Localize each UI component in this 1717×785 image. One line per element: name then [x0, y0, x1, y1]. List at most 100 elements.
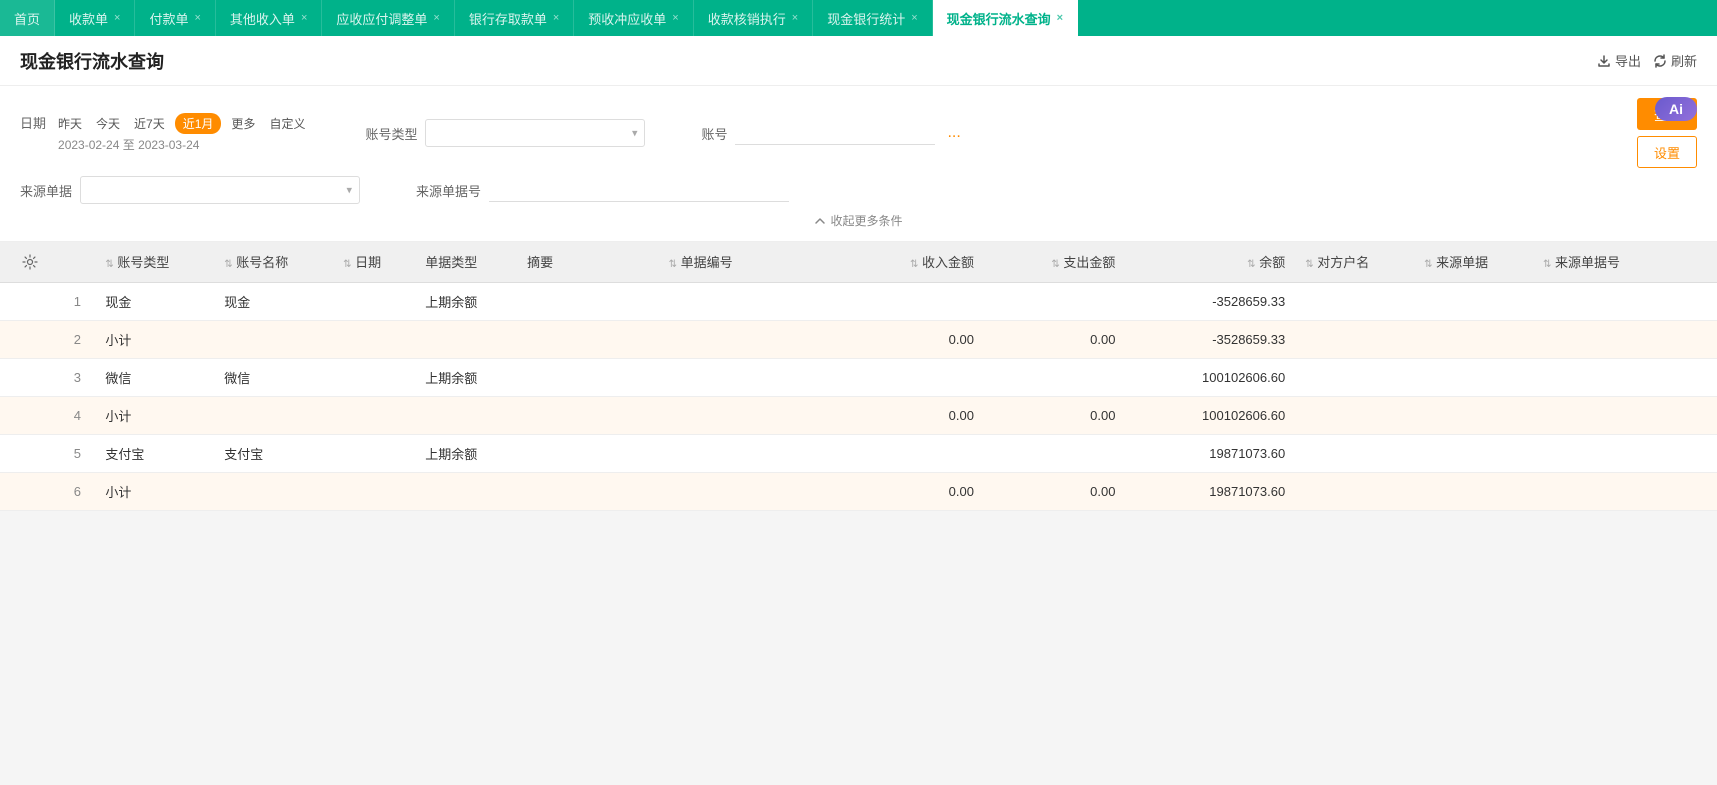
cell-source-doc-num: [1533, 320, 1717, 358]
date-btn-more[interactable]: 更多: [227, 113, 259, 134]
account-filter: 账号 ...: [701, 122, 964, 145]
cell-actions: [0, 396, 59, 434]
top-nav: 首页 收款单 × 付款单 × 其他收入单 × 应收应付调整单 × 银行存取款单 …: [0, 0, 1717, 36]
account-type-select[interactable]: [425, 119, 645, 147]
th-date: ⇅ 日期: [333, 242, 415, 282]
tab-other-income-close[interactable]: ×: [301, 12, 307, 24]
table-row[interactable]: 6小计0.000.0019871073.60: [0, 472, 1717, 510]
tab-cash-stats[interactable]: 现金银行统计 ×: [813, 0, 932, 36]
table-row[interactable]: 4小计0.000.00100102606.60: [0, 396, 1717, 434]
cell-account-type: 小计: [95, 320, 214, 358]
tab-receipt-close[interactable]: ×: [114, 12, 120, 24]
cell-summary: [517, 472, 658, 510]
filter-row-2: 来源单据 来源单据号: [20, 176, 1697, 204]
cell-balance: 100102606.60: [1125, 396, 1295, 434]
cell-row-num: 5: [59, 434, 95, 472]
tab-bank-deposit[interactable]: 银行存取款单 ×: [455, 0, 574, 36]
date-range-text: 2023-02-24 至 2023-03-24: [58, 136, 309, 153]
date-filter-label: 日期: [20, 113, 46, 132]
table-row[interactable]: 1现金现金上期余额-3528659.33: [0, 282, 1717, 320]
date-btn-7days[interactable]: 近7天: [130, 113, 169, 134]
collapse-bar[interactable]: 收起更多条件: [20, 208, 1697, 233]
cell-summary: [517, 320, 658, 358]
tab-home[interactable]: 首页: [0, 0, 55, 36]
cell-actions: [0, 472, 59, 510]
cell-expense: [984, 358, 1125, 396]
cell-doc-num: [659, 358, 843, 396]
cell-date: [333, 396, 415, 434]
tab-other-income[interactable]: 其他收入单 ×: [216, 0, 322, 36]
table-row[interactable]: 3微信微信上期余额100102606.60: [0, 358, 1717, 396]
date-btn-custom[interactable]: 自定义: [265, 113, 309, 134]
source-doc-select[interactable]: [80, 176, 360, 204]
sort-icon: ⇅: [910, 259, 918, 270]
ai-badge[interactable]: Ai: [1655, 97, 1697, 121]
tab-bank-deposit-close[interactable]: ×: [553, 12, 559, 24]
refresh-icon: [1653, 54, 1667, 68]
cell-income: [843, 358, 984, 396]
cell-doc-num: [659, 320, 843, 358]
cell-row-num: 1: [59, 282, 95, 320]
cell-summary: [517, 434, 658, 472]
tab-payment-label: 付款单: [149, 9, 188, 28]
gear-icon[interactable]: [19, 251, 41, 273]
settings-button[interactable]: 设置: [1637, 136, 1697, 168]
filter-row-1: 日期 昨天 今天 近7天 近1月 更多 自定义 2023-02-24 至 202…: [20, 98, 1697, 168]
tab-ar-ap-adjust[interactable]: 应收应付调整单 ×: [322, 0, 454, 36]
tab-payment-close[interactable]: ×: [194, 12, 200, 24]
cell-counterparty: [1295, 358, 1414, 396]
tab-cash-flow[interactable]: 现金银行流水查询 ×: [933, 0, 1078, 36]
tab-cash-stats-close[interactable]: ×: [911, 12, 917, 24]
tab-cash-flow-close[interactable]: ×: [1057, 12, 1063, 24]
table-container: ⇅ 账号类型 ⇅ 账号名称 ⇅ 日期 单据类型 摘要 ⇅: [0, 242, 1717, 511]
cell-actions: [0, 282, 59, 320]
th-counterparty: ⇅ 对方户名: [1295, 242, 1414, 282]
cell-doc-type: [415, 320, 517, 358]
cell-counterparty: [1295, 434, 1414, 472]
tab-advance-offset-close[interactable]: ×: [672, 12, 678, 24]
cell-doc-num: [659, 282, 843, 320]
source-doc-num-input[interactable]: [489, 179, 789, 202]
refresh-button[interactable]: 刷新: [1653, 51, 1697, 70]
tab-receipt[interactable]: 收款单 ×: [55, 0, 135, 36]
cell-source-doc: [1414, 434, 1533, 472]
cell-row-num: 3: [59, 358, 95, 396]
table-row[interactable]: 5支付宝支付宝上期余额19871073.60: [0, 434, 1717, 472]
sort-icon: ⇅: [1543, 259, 1551, 270]
cell-account-type: 支付宝: [95, 434, 214, 472]
cell-account-name: 微信: [214, 358, 333, 396]
tab-cash-flow-label: 现金银行流水查询: [947, 9, 1051, 28]
collapse-label: 收起更多条件: [830, 212, 902, 229]
cell-income: 0.00: [843, 320, 984, 358]
date-btn-today[interactable]: 今天: [92, 113, 124, 134]
cell-balance: 100102606.60: [1125, 358, 1295, 396]
account-type-select-wrapper: [425, 119, 645, 147]
tab-ar-ap-adjust-close[interactable]: ×: [433, 12, 439, 24]
tab-receipt-verify-close[interactable]: ×: [792, 12, 798, 24]
cell-source-doc: [1414, 282, 1533, 320]
account-input[interactable]: [735, 122, 935, 145]
table-row[interactable]: 2小计0.000.00-3528659.33: [0, 320, 1717, 358]
account-type-label: 账号类型: [365, 124, 417, 143]
date-btn-yesterday[interactable]: 昨天: [54, 113, 86, 134]
th-expense: ⇅ 支出金额: [984, 242, 1125, 282]
collapse-icon: [814, 215, 826, 227]
tab-advance-offset[interactable]: 预收冲应收单 ×: [574, 0, 693, 36]
cell-source-doc-num: [1533, 472, 1717, 510]
export-button[interactable]: 导出: [1597, 51, 1641, 70]
tab-receipt-verify[interactable]: 收款核销执行 ×: [694, 0, 813, 36]
cell-summary: [517, 396, 658, 434]
date-btn-1month[interactable]: 近1月: [175, 113, 222, 134]
cell-date: [333, 472, 415, 510]
source-doc-filter: 来源单据: [20, 176, 360, 204]
th-doc-type: 单据类型: [415, 242, 517, 282]
cell-date: [333, 282, 415, 320]
th-balance: ⇅ 余额: [1125, 242, 1295, 282]
cell-income: [843, 282, 984, 320]
cell-balance: -3528659.33: [1125, 282, 1295, 320]
tab-payment[interactable]: 付款单 ×: [135, 0, 215, 36]
header-actions: 导出 刷新: [1597, 51, 1697, 70]
cell-balance: 19871073.60: [1125, 472, 1295, 510]
account-dots-button[interactable]: ...: [943, 124, 964, 142]
sort-icon: ⇅: [343, 259, 351, 270]
